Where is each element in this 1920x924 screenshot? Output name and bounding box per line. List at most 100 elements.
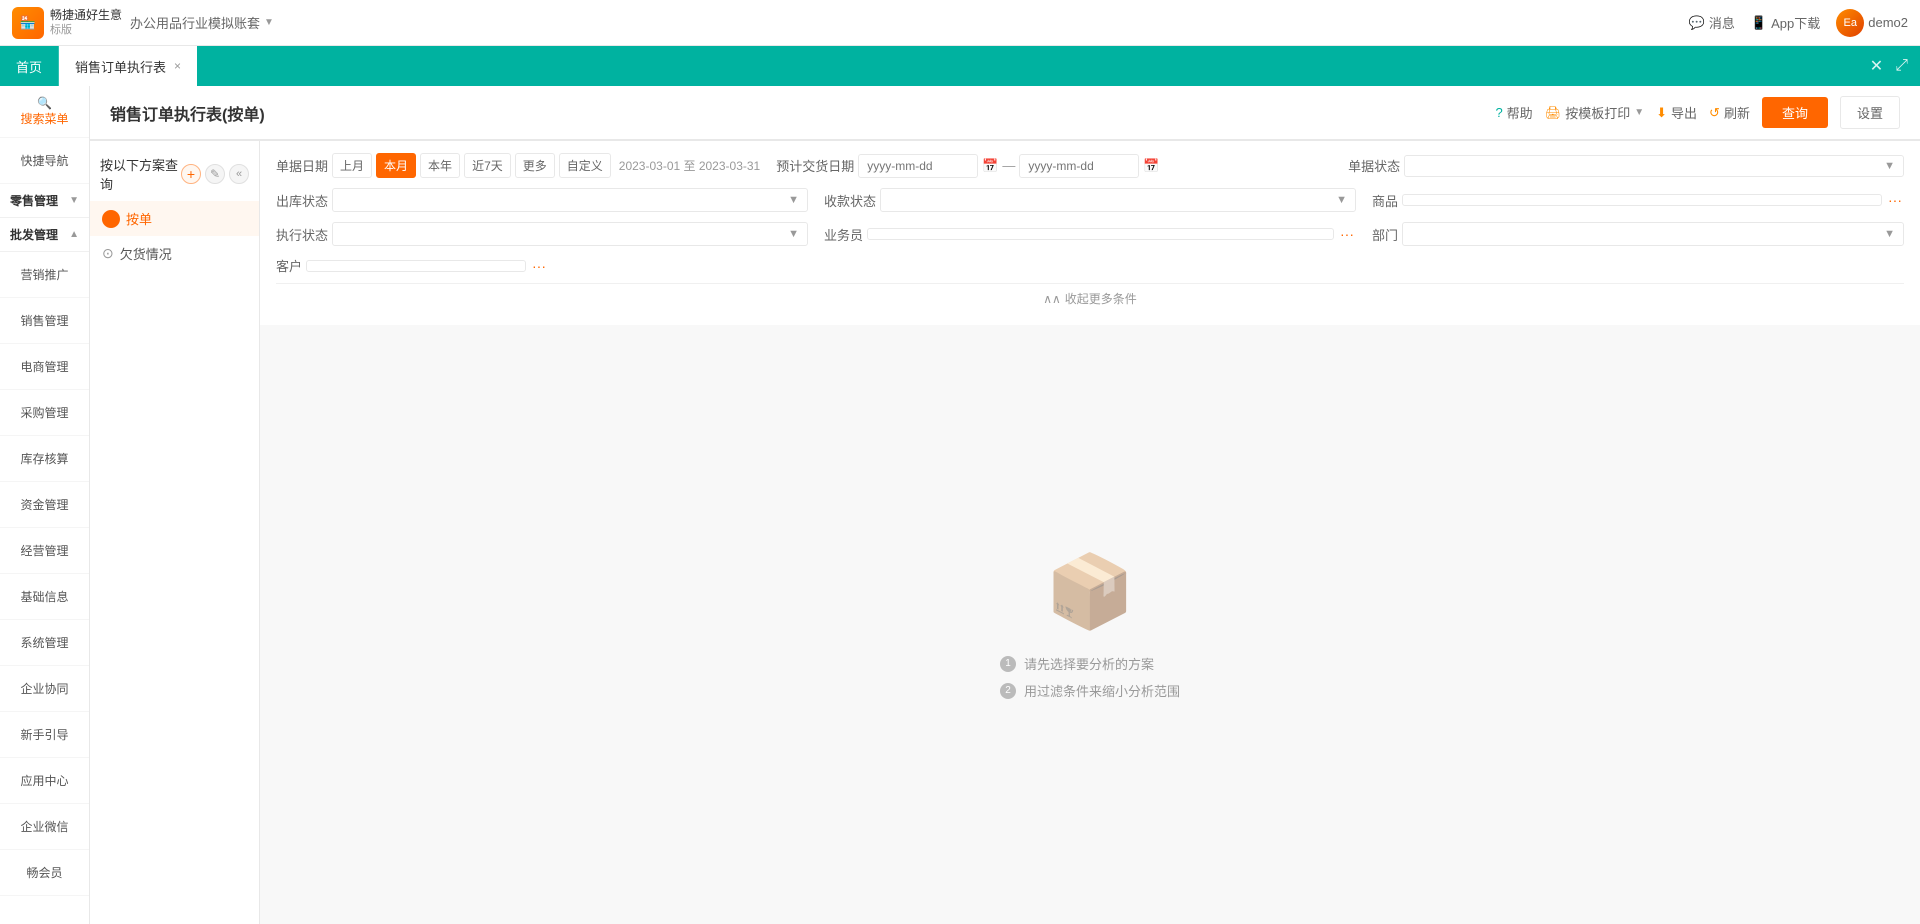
sidebar-item-search[interactable]: 🔍 搜索菜单 — [0, 86, 89, 138]
page-header-actions: ? 帮助 🖨 按模板打印 ▼ ⬇ 导出 ↺ 刷新 — [1495, 96, 1900, 129]
filter-sidebar-title: 按以下方案查询 — [100, 155, 181, 193]
export-button[interactable]: ⬇ 导出 — [1656, 103, 1697, 122]
collapse-label: 收起更多条件 — [1065, 290, 1137, 307]
filter-edit-button[interactable]: ✎ — [205, 164, 225, 184]
sidebar-item-apps[interactable]: 应用中心 — [0, 758, 89, 804]
sidebar-item-operations[interactable]: 经营管理 — [0, 528, 89, 574]
avatar-initials: Ea — [1844, 17, 1857, 29]
sidebar-item-quicknav[interactable]: 快捷导航 — [0, 138, 89, 184]
query-button[interactable]: 查询 — [1762, 97, 1828, 128]
customer-dots-icon[interactable]: ··· — [530, 258, 548, 274]
page-title-row: 销售订单执行表(按单) ? 帮助 🖨 按模板打印 ▼ ⬇ 导出 — [110, 96, 1900, 129]
salesperson-dots-icon[interactable]: ··· — [1338, 226, 1356, 242]
out-status-select[interactable]: ▼ — [332, 188, 808, 212]
expected-date-end-input[interactable] — [1019, 154, 1139, 178]
window-max-icon[interactable]: ⤢ — [1891, 53, 1912, 79]
payment-status-group: 收款状态 ▼ — [824, 188, 1356, 212]
inventory-label: 库存核算 — [20, 450, 68, 467]
out-status-arrow-icon: ▼ — [788, 194, 799, 206]
sidebar-item-finance[interactable]: 资金管理 — [0, 482, 89, 528]
dept-arrow-icon: ▼ — [1884, 228, 1895, 240]
exec-status-label: 执行状态 — [276, 225, 328, 244]
user-menu[interactable]: Ea demo2 — [1836, 9, 1908, 37]
date-more-button[interactable]: 更多 — [515, 153, 555, 178]
breadcrumb-arrow-icon: ▼ — [264, 17, 274, 28]
breadcrumb-text: 办公用品行业模拟账套 — [130, 13, 260, 32]
print-icon: 🖨 — [1545, 105, 1562, 121]
sidebar-item-newbie[interactable]: 新手引导 — [0, 712, 89, 758]
date-range-display: 2023-03-01 至 2023-03-31 — [619, 157, 760, 174]
filter-add-button[interactable]: + — [181, 164, 201, 184]
sidebar-item-sales[interactable]: 销售管理 — [0, 298, 89, 344]
payment-status-select[interactable]: ▼ — [880, 188, 1356, 212]
status-select[interactable]: ▼ — [1404, 155, 1904, 177]
tab-home[interactable]: 首页 — [0, 46, 59, 86]
sidebar-item-system[interactable]: 系统管理 — [0, 620, 89, 666]
date-current-year-button[interactable]: 本年 — [420, 153, 460, 178]
settings-button[interactable]: 设置 — [1840, 96, 1900, 129]
print-arrow-icon: ▼ — [1634, 107, 1644, 118]
customer-group: 客户 ··· — [276, 256, 548, 275]
sidebar-item-wholesale[interactable]: 批发管理 ▲ — [0, 218, 89, 252]
wechat-label: 企业微信 — [20, 818, 68, 835]
salesperson-group: 业务员 ··· — [824, 225, 1356, 244]
sidebar-item-member[interactable]: 畅会员 — [0, 850, 89, 896]
salesperson-input[interactable] — [867, 228, 1334, 240]
sidebar-item-marketing[interactable]: 营销推广 — [0, 252, 89, 298]
breadcrumb[interactable]: 办公用品行业模拟账套 ▼ — [130, 13, 274, 32]
payment-status-label: 收款状态 — [824, 191, 876, 210]
active-scheme-icon — [102, 210, 120, 228]
refresh-button[interactable]: ↺ 刷新 — [1709, 103, 1750, 122]
main-layout: 🔍 搜索菜单 快捷导航 零售管理 ▼ 批发管理 ▲ 营销推广 销售管理 电商管理… — [0, 86, 1920, 924]
filter-scheme-item-dan[interactable]: 按单 — [90, 201, 259, 236]
date-current-month-button[interactable]: 本月 — [376, 153, 416, 178]
top-bar-right: 💬 消息 📱 App下载 Ea demo2 — [1689, 9, 1908, 37]
window-close-icon[interactable]: ✕ — [1866, 52, 1887, 80]
customer-input[interactable] — [306, 260, 526, 272]
sidebar-item-basic[interactable]: 基础信息 — [0, 574, 89, 620]
sidebar-item-wechat[interactable]: 企业微信 — [0, 804, 89, 850]
search-label: 搜索菜单 — [20, 110, 68, 127]
export-label: 导出 — [1671, 103, 1697, 122]
app-download-button[interactable]: 📱 App下载 — [1751, 13, 1820, 32]
filter-scheme-item-goods[interactable]: ⊙ 欠货情况 — [90, 236, 259, 271]
help-button[interactable]: ? 帮助 — [1495, 103, 1532, 122]
print-button[interactable]: 🖨 按模板打印 ▼ — [1545, 103, 1644, 122]
tab-active[interactable]: 销售订单执行表 × — [59, 46, 197, 86]
sidebar-item-purchase[interactable]: 采购管理 — [0, 390, 89, 436]
top-bar-left: 🏪 畅捷通好生意 标版 办公用品行业模拟账套 ▼ — [12, 7, 274, 39]
logo-line1: 畅捷通好生意 — [50, 8, 122, 24]
filter-row-4: 客户 ··· — [276, 256, 1904, 275]
message-button[interactable]: 💬 消息 — [1689, 13, 1735, 32]
sidebar-item-collab[interactable]: 企业协同 — [0, 666, 89, 712]
app-label: App下载 — [1771, 13, 1820, 32]
filter-status-group: 单据状态 ▼ — [1348, 155, 1904, 177]
date-7days-button[interactable]: 近7天 — [464, 153, 511, 178]
tab-close-icon[interactable]: × — [174, 59, 181, 73]
cal-end-icon[interactable]: 📅 — [1143, 158, 1159, 174]
goods-dots-icon[interactable]: ··· — [1886, 192, 1904, 208]
collapse-bar[interactable]: ∧∧ 收起更多条件 — [276, 283, 1904, 313]
date-prev-month-button[interactable]: 上月 — [332, 153, 372, 178]
tab-bar-right: ✕ ⤢ — [1866, 52, 1920, 80]
sidebar-item-inventory[interactable]: 库存核算 — [0, 436, 89, 482]
basic-label: 基础信息 — [20, 588, 68, 605]
goods-input[interactable] — [1402, 194, 1882, 206]
customer-label: 客户 — [276, 256, 302, 275]
exec-status-select[interactable]: ▼ — [332, 222, 808, 246]
date-custom-button[interactable]: 自定义 — [559, 153, 611, 178]
filter-fields: 单据日期 上月 本月 本年 近7天 更多 自定义 2023-03-01 至 20… — [260, 140, 1920, 325]
expected-date-start-input[interactable] — [858, 154, 978, 178]
add-icon: + — [187, 166, 195, 182]
filter-collapse-button[interactable]: « — [229, 164, 249, 184]
empty-tip-2: 2 用过滤条件来缩小分析范围 — [1000, 681, 1180, 700]
sidebar-item-ecommerce[interactable]: 电商管理 — [0, 344, 89, 390]
sidebar-item-retail[interactable]: 零售管理 ▼ — [0, 184, 89, 218]
dept-select[interactable]: ▼ — [1402, 222, 1904, 246]
tip2-text: 用过滤条件来缩小分析范围 — [1024, 681, 1180, 700]
tab-bar: 首页 销售订单执行表 × ✕ ⤢ — [0, 46, 1920, 86]
out-status-label: 出库状态 — [276, 191, 328, 210]
member-label: 畅会员 — [26, 864, 62, 881]
cal-start-icon[interactable]: 📅 — [982, 158, 998, 174]
payment-arrow-icon: ▼ — [1336, 194, 1347, 206]
